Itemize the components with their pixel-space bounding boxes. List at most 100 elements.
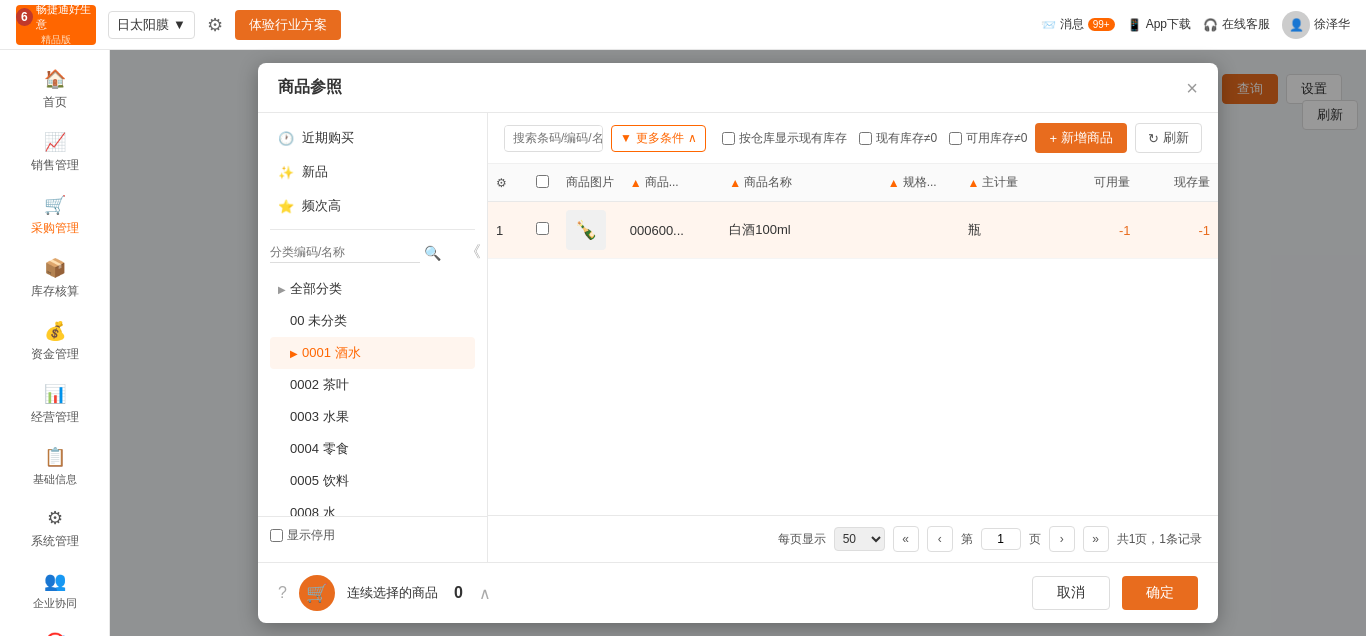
row-checkbox[interactable] [536,222,549,235]
row-check [528,202,558,259]
logo: 6 畅捷通好生意 精品版 [16,5,96,45]
messages-button[interactable]: 📨 消息 99+ [1041,16,1115,33]
filter-stock-nonzero-checkbox[interactable] [859,132,872,145]
filter-by-warehouse-checkbox[interactable] [722,132,735,145]
sort-unit-icon[interactable]: ▲ [968,176,980,190]
cat-0002[interactable]: 0002 茶叶 [270,369,475,401]
filter-by-warehouse-label: 按仓库显示现有库存 [739,130,847,147]
sidebar-label-finance: 资金管理 [31,346,79,363]
col-settings-icon[interactable]: ⚙ [496,176,507,190]
th-stock-label: 现存量 [1174,174,1210,191]
page-unit: 页 [1029,531,1041,548]
brand-sub: 精品版 [41,33,71,47]
main-area: 查询 设置 刷新 商品参照 × [110,50,1366,636]
th-spec: ▲ 规格... [880,164,960,202]
confirm-button[interactable]: 确定 [1122,576,1198,610]
cart-button[interactable]: 🛒 [299,575,335,611]
mobile-icon: 📱 [1127,18,1142,32]
add-product-label: 新增商品 [1061,129,1113,147]
sidebar-item-operation[interactable]: 📊 经营管理 [0,373,109,436]
quick-new[interactable]: ✨ 新品 [266,155,479,189]
th-img: 商品图片 [558,164,622,202]
finance-icon: 💰 [44,320,66,342]
th-unit: ▲ 主计量 [960,164,1040,202]
sort-name-icon[interactable]: ▲ [729,176,741,190]
modal-body: 🕐 近期购买 ✨ 新品 ⭐ 频次高 [258,113,1218,562]
layout: 🏠 首页 📈 销售管理 🛒 采购管理 📦 库存核算 💰 资金管理 📊 经营管理 … [0,50,1366,636]
sidebar-item-guide[interactable]: 🎯 新手引导 [0,621,109,636]
quick-recent[interactable]: 🕐 近期购买 [266,121,479,155]
add-product-button[interactable]: + 新增商品 [1035,123,1127,153]
page-number-input[interactable] [981,528,1021,550]
app-download-button[interactable]: 📱 App下载 [1127,16,1191,33]
cat-0008[interactable]: 0008 水 [270,497,475,516]
close-button[interactable]: × [1186,78,1198,98]
page-label: 第 [961,531,973,548]
select-all-checkbox[interactable] [536,175,549,188]
product-search-input[interactable] [505,126,603,150]
per-page-select[interactable]: 50 10 20 100 [834,527,885,551]
sidebar-item-basic[interactable]: 📋 基础信息 [0,436,109,497]
cat-00[interactable]: 00 未分类 [270,305,475,337]
sidebar-item-home[interactable]: 🏠 首页 [0,58,109,121]
experience-button[interactable]: 体验行业方案 [235,10,341,40]
filter-more-label: 更多条件 [636,130,684,147]
settings-icon[interactable]: ⚙ [207,14,223,36]
page-next-button[interactable]: › [1049,526,1075,552]
filter-stock-nonzero[interactable]: 现有库存≠0 [859,130,937,147]
page-last-button[interactable]: » [1083,526,1109,552]
footer-collapse-icon[interactable]: ∧ [479,584,491,603]
filter-more-button[interactable]: ▼ 更多条件 ∧ [611,125,706,152]
sidebar: 🏠 首页 📈 销售管理 🛒 采购管理 📦 库存核算 💰 资金管理 📊 经营管理 … [0,50,110,636]
sort-up-code[interactable]: ▲ [630,176,642,190]
cat-all[interactable]: ▶ 全部分类 [270,273,475,305]
row-unit: 瓶 [960,202,1040,259]
sidebar-label-enterprise: 企业协同 [33,596,77,611]
category-search-row: 🔍 [258,236,453,269]
table-row[interactable]: 1 🍾 [488,202,1218,259]
sidebar-item-enterprise[interactable]: 👥 企业协同 [0,560,109,621]
sort-spec-icon[interactable]: ▲ [888,176,900,190]
show-disabled-label[interactable]: 显示停用 [270,527,335,544]
category-search-icon[interactable]: 🔍 [424,245,441,261]
customer-service-button[interactable]: 🎧 在线客服 [1203,16,1270,33]
page-first-button[interactable]: « [893,526,919,552]
inventory-icon: 📦 [44,257,66,279]
category-search-input[interactable] [270,242,420,263]
sidebar-item-inventory[interactable]: 📦 库存核算 [0,247,109,310]
category-tree: ▶ 全部分类 00 未分类 ▶ 0001 酒水 0002 茶 [258,269,487,516]
filter-up-icon: ∧ [688,131,697,145]
sidebar-label-home: 首页 [43,94,67,111]
sidebar-item-system[interactable]: ⚙ 系统管理 [0,497,109,560]
user-menu[interactable]: 👤 徐泽华 [1282,11,1350,39]
product-search-box: 🔍 [504,125,603,152]
cat-0001[interactable]: ▶ 0001 酒水 [270,337,475,369]
collapse-left-button[interactable]: 《 [453,238,493,267]
continuous-label: 连续选择的商品 [347,584,438,602]
filter-stock-nonzero-label: 现有库存≠0 [876,130,937,147]
sidebar-item-finance[interactable]: 💰 资金管理 [0,310,109,373]
tenant-dropdown[interactable]: 日太阳膜 ▼ [108,11,195,39]
help-icon[interactable]: ? [278,584,287,602]
cat-0004-label: 0004 零食 [290,440,349,458]
filter-avail-nonzero[interactable]: 可用库存≠0 [949,130,1027,147]
cat-0005[interactable]: 0005 饮料 [270,465,475,497]
cancel-button[interactable]: 取消 [1032,576,1110,610]
th-avail-label: 可用量 [1094,174,1130,191]
cat-0004[interactable]: 0004 零食 [270,433,475,465]
cat-0003[interactable]: 0003 水果 [270,401,475,433]
refresh-icon: ↻ [1148,131,1159,146]
sidebar-item-purchase[interactable]: 🛒 采购管理 [0,184,109,247]
recent-icon: 🕐 [278,131,294,146]
show-disabled-checkbox[interactable] [270,529,283,542]
filter-avail-nonzero-checkbox[interactable] [949,132,962,145]
page-total-info: 共1页，1条记录 [1117,531,1202,548]
page-prev-button[interactable]: ‹ [927,526,953,552]
filter-by-warehouse[interactable]: 按仓库显示现有库存 [722,130,847,147]
th-name: ▲ 商品名称 [721,164,880,202]
avatar: 👤 [1282,11,1310,39]
quick-frequent[interactable]: ⭐ 频次高 [266,189,479,223]
sidebar-item-sales[interactable]: 📈 销售管理 [0,121,109,184]
footer-actions: 取消 确定 [1032,576,1198,610]
refresh-table-button[interactable]: ↻ 刷新 [1135,123,1202,153]
